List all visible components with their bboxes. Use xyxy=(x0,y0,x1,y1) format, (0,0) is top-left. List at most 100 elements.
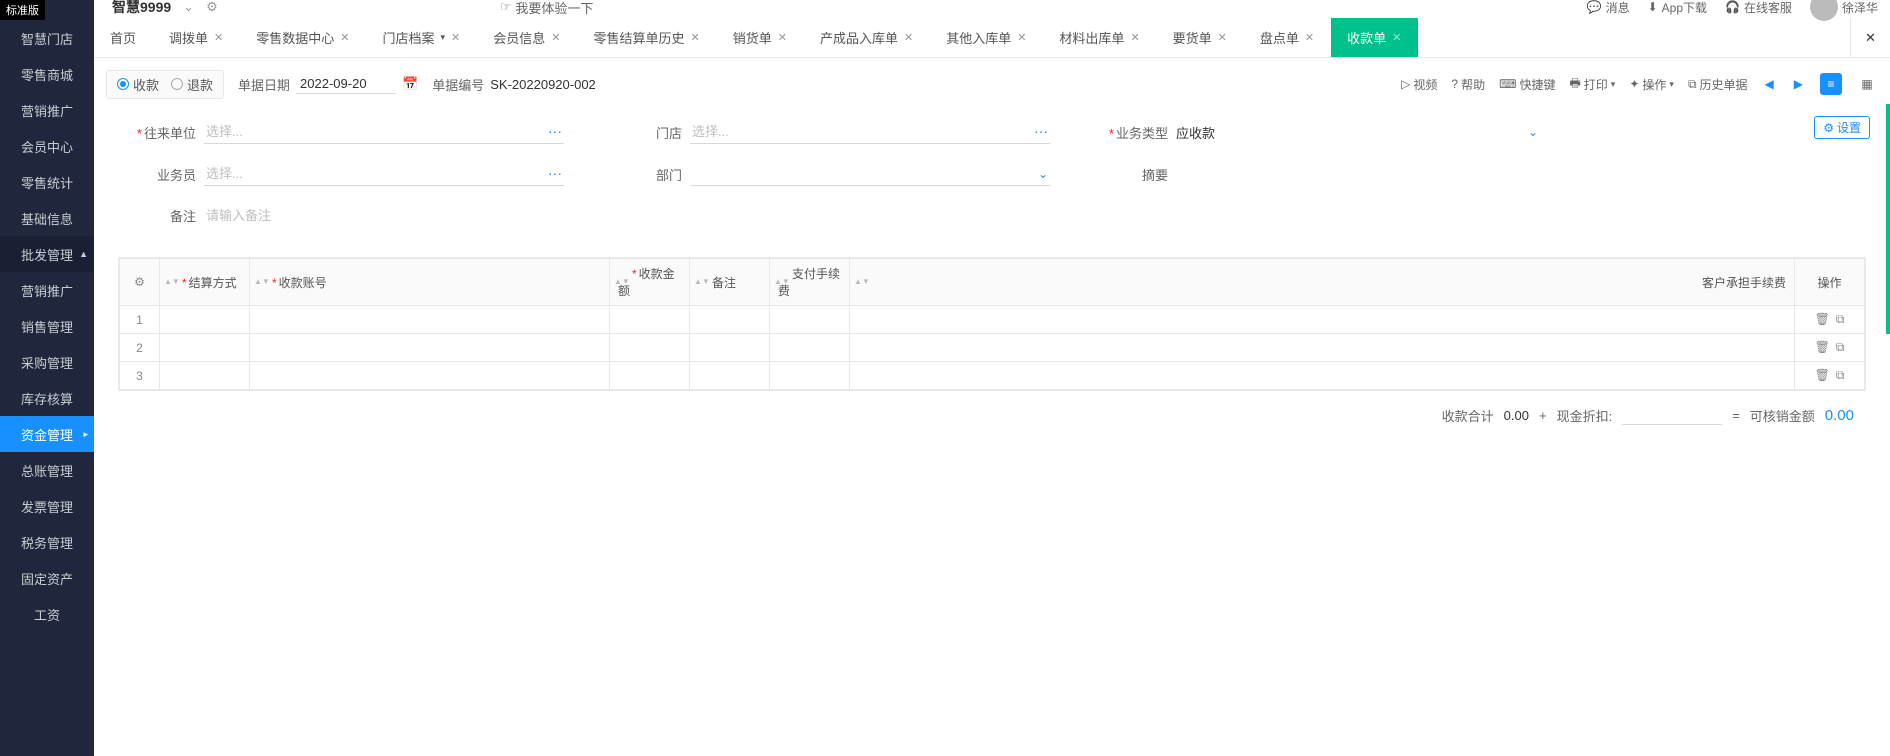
docno-label: 单据编号 xyxy=(432,75,484,94)
tab-stocktake[interactable]: 盘点单✕ xyxy=(1244,18,1331,57)
radio-refund[interactable]: 退款 xyxy=(171,75,213,94)
remark-label: 备注 xyxy=(118,206,196,225)
sidebar-item-funds[interactable]: 资金管理▸ xyxy=(0,416,94,452)
partner-input[interactable] xyxy=(204,120,564,143)
salesman-input[interactable] xyxy=(204,162,564,185)
history-button[interactable]: ⧉历史单据 xyxy=(1688,76,1748,93)
app-download-link[interactable]: ⬇App下载 xyxy=(1648,0,1707,16)
sidebar-item-marketing[interactable]: 营销推广 xyxy=(0,92,94,128)
sidebar-item-tax[interactable]: 税务管理 xyxy=(0,524,94,560)
delete-icon[interactable]: 🗑 xyxy=(1815,368,1830,382)
tab-transfer[interactable]: 调拨单✕ xyxy=(153,18,240,57)
remark-input[interactable] xyxy=(204,204,1064,227)
date-input[interactable] xyxy=(296,74,396,94)
discount-input[interactable] xyxy=(1622,405,1722,425)
video-button[interactable]: ▷视频 xyxy=(1401,76,1437,93)
summary-field: 摘要 xyxy=(1090,165,1536,184)
sidebar-item-fixedasset[interactable]: 固定资产 xyxy=(0,560,94,596)
close-all-tabs-button[interactable]: ✕ xyxy=(1850,18,1890,57)
sidebar-item-sales[interactable]: 销售管理 xyxy=(0,308,94,344)
sidebar-item-marketing2[interactable]: 营销推广 xyxy=(0,272,94,308)
print-button[interactable]: 🖶打印▾ xyxy=(1569,74,1615,95)
tab-storeprofile[interactable]: 门店档案▾✕ xyxy=(366,18,477,57)
tab-retailsettle[interactable]: 零售结算单历史✕ xyxy=(577,18,716,57)
sidebar-item-salary[interactable]: 工资 xyxy=(0,596,94,632)
tab-otherin[interactable]: 其他入库单✕ xyxy=(930,18,1043,57)
col-customer-fee: 客户承担手续费 xyxy=(1688,274,1786,291)
sidebar-item-baseinfo[interactable]: 基础信息 xyxy=(0,200,94,236)
close-icon[interactable]: ✕ xyxy=(904,31,913,44)
sort-icon[interactable]: ▲▼ xyxy=(774,279,790,285)
gear-icon[interactable]: ⚙ xyxy=(206,0,218,15)
radio-receive[interactable]: 收款 xyxy=(117,75,159,94)
table-row[interactable]: 2🗑⧉ xyxy=(120,334,1865,362)
tab-finishedin[interactable]: 产成品入库单✕ xyxy=(804,18,930,57)
tab-memberinfo[interactable]: 会员信息✕ xyxy=(477,18,577,57)
sidebar-group-wholesale[interactable]: 批发管理 ▲ xyxy=(0,236,94,272)
biztype-select[interactable]: 应收款⌄ xyxy=(1176,123,1536,142)
close-icon[interactable]: ✕ xyxy=(1305,31,1314,44)
sort-icon[interactable]: ▲▼ xyxy=(164,279,180,285)
sidebar-item-retailstats[interactable]: 零售统计 xyxy=(0,164,94,200)
support-link[interactable]: 🎧在线客服 xyxy=(1725,0,1792,16)
close-icon[interactable]: ✕ xyxy=(551,31,560,44)
next-doc-button[interactable]: ▶ xyxy=(1791,77,1806,91)
tab-retaildata[interactable]: 零售数据中心✕ xyxy=(240,18,366,57)
sort-icon[interactable]: ▲▼ xyxy=(854,279,870,285)
tab-salesorder[interactable]: 销货单✕ xyxy=(717,18,804,57)
more-icon[interactable]: ⋯ xyxy=(548,165,562,182)
column-settings-button[interactable]: ⚙ xyxy=(120,259,160,306)
table-row[interactable]: 1🗑⧉ xyxy=(120,306,1865,334)
help-button[interactable]: ?帮助 xyxy=(1451,76,1485,93)
sidebar-item-inventory[interactable]: 库存核算 xyxy=(0,380,94,416)
copy-icon[interactable]: ⧉ xyxy=(1836,340,1845,354)
tryit-link[interactable]: ☞ 我要体验一下 xyxy=(500,0,594,17)
sidebar-item-smartstore[interactable]: 智慧门店 xyxy=(0,20,94,56)
sidebar-item-member[interactable]: 会员中心 xyxy=(0,128,94,164)
operate-button[interactable]: ✦操作▾ xyxy=(1629,76,1674,93)
avatar xyxy=(1810,0,1838,21)
copy-icon[interactable]: ⧉ xyxy=(1836,312,1845,326)
calendar-icon[interactable]: 📅 xyxy=(402,76,418,92)
more-icon[interactable]: ⋯ xyxy=(548,123,562,140)
close-icon[interactable]: ✕ xyxy=(451,31,460,44)
prev-doc-button[interactable]: ◀ xyxy=(1762,77,1777,91)
close-icon[interactable]: ✕ xyxy=(1017,31,1026,44)
sidebar-item-invoice[interactable]: 发票管理 xyxy=(0,488,94,524)
copy-icon[interactable]: ⧉ xyxy=(1836,368,1845,382)
delete-icon[interactable]: 🗑 xyxy=(1815,312,1830,326)
tryit-label: 我要体验一下 xyxy=(515,0,593,17)
tab-receipt[interactable]: 收款单✕ xyxy=(1331,18,1418,57)
chevron-down-icon[interactable]: ⌄ xyxy=(183,0,194,15)
more-icon[interactable]: ⋯ xyxy=(1034,123,1048,140)
tab-home[interactable]: 首页 xyxy=(94,18,153,57)
play-icon: ▷ xyxy=(1401,77,1410,91)
messages-link[interactable]: 💬消息 xyxy=(1587,0,1630,16)
user-menu[interactable]: 徐泽华 xyxy=(1810,0,1878,21)
table-row[interactable]: 3🗑⧉ xyxy=(120,362,1865,390)
delete-icon[interactable]: 🗑 xyxy=(1815,340,1830,354)
close-icon[interactable]: ✕ xyxy=(214,31,223,44)
close-icon[interactable]: ✕ xyxy=(691,31,700,44)
close-icon[interactable]: ✕ xyxy=(1218,31,1227,44)
close-icon[interactable]: ✕ xyxy=(778,31,787,44)
chevron-down-icon[interactable]: ⌄ xyxy=(1038,167,1048,181)
view-list-button[interactable]: ≡ xyxy=(1820,73,1842,95)
sort-icon[interactable]: ▲▼ xyxy=(694,279,710,285)
settings-button[interactable]: ⚙设置 xyxy=(1814,116,1870,139)
shortcut-button[interactable]: ⌨快捷键 xyxy=(1499,76,1555,93)
sidebar-item-purchase[interactable]: 采购管理 xyxy=(0,344,94,380)
sidebar-item-ledger[interactable]: 总账管理 xyxy=(0,452,94,488)
sidebar-item-retailmall[interactable]: 零售商城 xyxy=(0,56,94,92)
tab-requisition[interactable]: 要货单✕ xyxy=(1157,18,1244,57)
tab-materialout[interactable]: 材料出库单✕ xyxy=(1043,18,1156,57)
close-icon[interactable]: ✕ xyxy=(1392,31,1401,44)
chevron-down-icon: ▾ xyxy=(1611,79,1616,90)
close-icon[interactable]: ✕ xyxy=(340,31,349,44)
dept-input[interactable] xyxy=(690,162,1050,185)
store-input[interactable] xyxy=(690,120,1050,143)
close-icon[interactable]: ✕ xyxy=(1130,31,1139,44)
view-grid-button[interactable]: ▦ xyxy=(1856,73,1878,95)
sort-icon[interactable]: ▲▼ xyxy=(254,279,270,285)
sort-icon[interactable]: ▲▼ xyxy=(614,279,630,285)
